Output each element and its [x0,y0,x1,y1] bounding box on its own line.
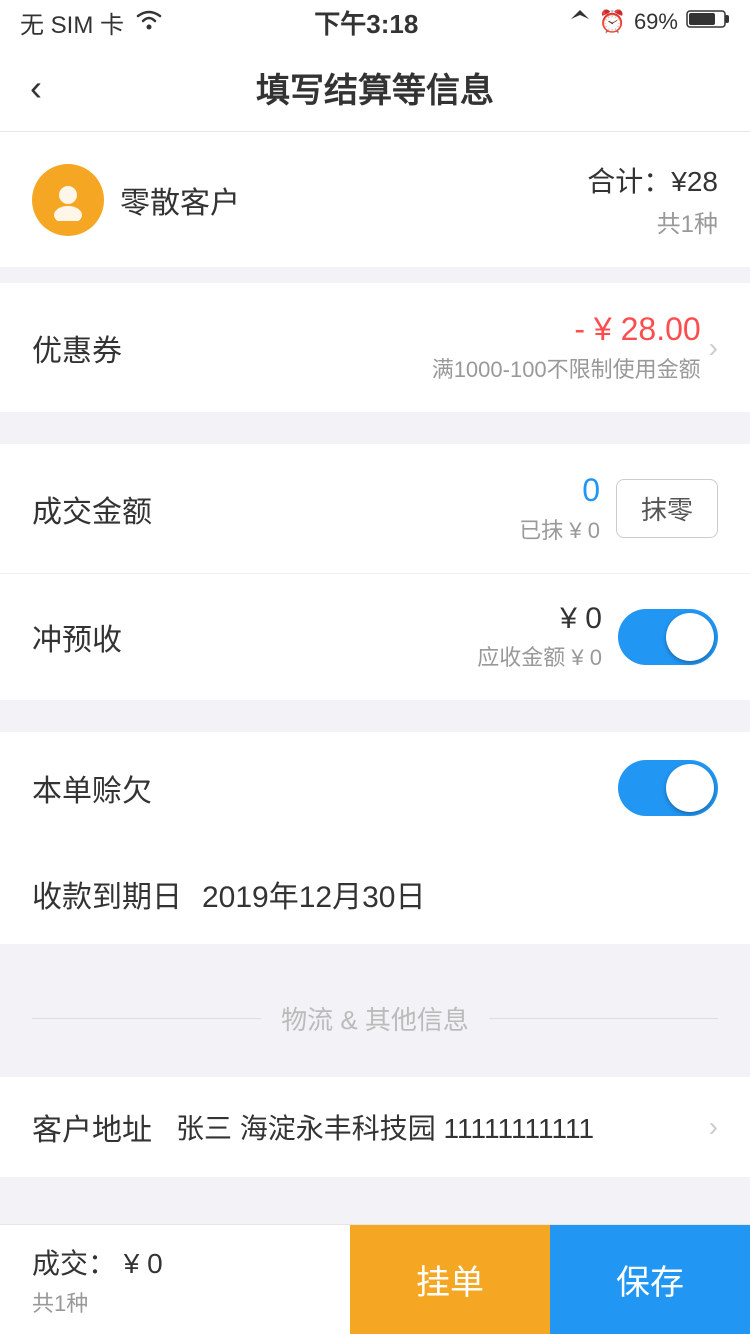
customer-total: 合计：¥28 共1种 [587,160,718,239]
coupon-amount: - ¥ 28.00 [432,311,701,348]
customer-left: 零散客户 [32,164,240,236]
coupon-desc: 满1000-100不限制使用金额 [432,352,701,384]
customer-name: 零散客户 [120,178,240,222]
debt-toggle[interactable] [618,760,718,816]
address-row[interactable]: 客户地址 张三 海淀永丰科技园 11111111111 › [0,1077,750,1177]
due-date-label: 收款到期日 [32,872,182,916]
back-button[interactable]: ‹ [30,67,42,109]
due-date-row: 收款到期日 2019年12月30日 [0,844,750,944]
location-icon [569,8,591,36]
transaction-right: 0 已抹 ¥ 0 抹零 [519,472,718,545]
due-date-value: 2019年12月30日 [202,872,425,916]
wifi-icon [134,8,164,37]
coupon-chevron-icon: › [709,332,718,364]
bottom-bar: 成交： ¥ 0 共1种 挂单 保存 [0,1224,750,1334]
round-button[interactable]: 抹零 [616,479,718,538]
status-left: 无 SIM 卡 [20,5,164,40]
prepayment-toggle[interactable] [618,609,718,665]
status-right: ⏰ 69% [569,8,730,36]
coupon-value: - ¥ 28.00 满1000-100不限制使用金额 [432,311,701,384]
debt-toggle-knob [666,764,714,812]
bottom-count: 共1种 [32,1286,318,1318]
already-rounded: 已抹 ¥ 0 [519,513,600,545]
battery-text: 69% [634,9,678,35]
debt-row: 本单赊欠 [0,732,750,844]
section-divider-1 [0,428,750,444]
section-divider-3 [0,960,750,976]
divider-right [489,1018,718,1019]
nav-bar: ‹ 填写结算等信息 [0,44,750,132]
coupon-label: 优惠券 [32,326,122,370]
total-amount: 合计：¥28 [587,160,718,200]
coupon-right: - ¥ 28.00 满1000-100不限制使用金额 › [432,311,718,384]
transaction-amount-col: 0 已抹 ¥ 0 [519,472,600,545]
prepay-values: ¥ 0 应收金额 ¥ 0 [477,602,602,672]
avatar [32,164,104,236]
save-button[interactable]: 保存 [550,1225,750,1334]
total-count: 共1种 [587,204,718,239]
prepayment-label: 冲预收 [32,615,122,659]
prepay-receivable: 应收金额 ¥ 0 [477,640,602,672]
address-label: 客户地址 [32,1105,152,1149]
time-display: 下午3:18 [314,4,418,41]
logistics-section: 物流 & 其他信息 [0,976,750,1061]
carrier-text: 无 SIM 卡 [20,5,124,40]
bottom-info: 成交： ¥ 0 共1种 [0,1242,350,1318]
transaction-label: 成交金额 [32,487,152,531]
prepayment-row: 冲预收 ¥ 0 应收金额 ¥ 0 [0,574,750,700]
content: 零散客户 合计：¥28 共1种 优惠券 - ¥ 28.00 满1000-100不… [0,132,750,1313]
logistics-label: 物流 & 其他信息 [281,1000,469,1037]
deal-amount: ¥ 0 [124,1248,163,1279]
debt-section: 本单赊欠 收款到期日 2019年12月30日 [0,732,750,944]
address-value: 张三 海淀永丰科技园 11111111111 [176,1107,709,1147]
battery-icon [686,8,730,36]
divider-left [32,1018,261,1019]
deal-label: 成交： [32,1248,116,1279]
hang-button[interactable]: 挂单 [350,1225,550,1334]
transaction-row: 成交金额 0 已抹 ¥ 0 抹零 [0,444,750,574]
debt-label: 本单赊欠 [32,766,152,810]
prepayment-right: ¥ 0 应收金额 ¥ 0 [477,602,718,672]
section-divider-2 [0,716,750,732]
status-bar: 无 SIM 卡 下午3:18 ⏰ 69% [0,0,750,44]
coupon-row[interactable]: 优惠券 - ¥ 28.00 满1000-100不限制使用金额 › [0,283,750,412]
nav-title: 填写结算等信息 [256,63,494,112]
transaction-amount: 0 [519,472,600,509]
bottom-deal: 成交： ¥ 0 [32,1242,318,1282]
logistics-divider: 物流 & 其他信息 [32,1000,718,1037]
toggle-knob [666,613,714,661]
customer-row: 零散客户 合计：¥28 共1种 [0,132,750,267]
address-chevron-icon: › [709,1111,718,1143]
transaction-section: 成交金额 0 已抹 ¥ 0 抹零 冲预收 ¥ 0 应收金额 ¥ 0 [0,444,750,700]
alarm-icon: ⏰ [599,9,626,35]
prepay-amount: ¥ 0 [477,602,602,636]
